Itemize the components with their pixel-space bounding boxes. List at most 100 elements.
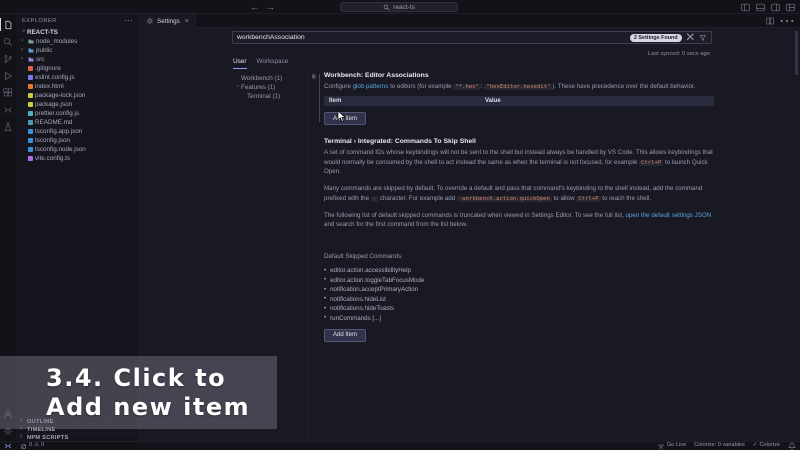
search-icon [383, 4, 390, 11]
filter-funnel-icon[interactable] [699, 34, 707, 42]
mouse-cursor [337, 111, 347, 123]
column-header-value: Value [485, 98, 501, 105]
list-item: • editor.action.toggleTabFocusMode [324, 276, 425, 284]
tree-item-file[interactable]: package.json [16, 100, 139, 109]
extensions-icon[interactable] [0, 84, 16, 101]
setting-title: Terminal › Integrated: Commands To Skip … [324, 138, 476, 146]
tree-item-file[interactable]: package-lock.json [16, 91, 139, 100]
open-default-settings-json-link[interactable]: open the default settings JSON [626, 212, 712, 219]
bullet-icon: • [324, 286, 327, 293]
tree-item-file[interactable]: index.html [16, 82, 139, 91]
bullet-icon: • [324, 267, 327, 274]
command-center-label: react-ts [393, 3, 415, 11]
tree-item-folder[interactable]: › node_modules [16, 37, 139, 46]
settings-tab-gear-icon [146, 17, 154, 25]
back-button[interactable]: ← [250, 2, 259, 12]
file-icon [28, 84, 33, 89]
setting-focus-indicator [319, 74, 320, 122]
toggle-panel-icon[interactable] [756, 3, 765, 12]
list-item: • notifications.hideList [324, 295, 386, 303]
bullet-icon: • [324, 315, 327, 322]
toc-divider [307, 70, 308, 441]
file-icon [28, 93, 33, 98]
toc-item-features[interactable]: › Features (1) [234, 83, 306, 92]
setting-manage-gear-icon[interactable] [312, 73, 317, 80]
add-item-button-2[interactable]: Add Item [324, 328, 367, 342]
file-icon [28, 147, 33, 152]
explorer-title: EXPLORER [22, 17, 57, 24]
chevron-right-icon: › [20, 433, 23, 441]
file-icon [28, 102, 33, 107]
run-debug-icon[interactable] [0, 67, 16, 84]
settings-search-box: 2 Settings Found × [232, 29, 712, 45]
list-item: • notification.acceptPrimaryAction [324, 286, 419, 294]
search-view-icon[interactable] [0, 33, 16, 50]
bullet-icon: • [324, 296, 327, 303]
caption-line-1: 3.4. Click to [46, 363, 227, 392]
tree-item-file[interactable]: README.md [16, 118, 139, 127]
check-icon: ✓ [752, 442, 758, 449]
tab-label: Settings [157, 17, 180, 25]
list-item: • editor.action.accessibilityHelp [324, 267, 411, 275]
remote-explorer-icon[interactable] [0, 101, 16, 118]
tree-item-file[interactable]: eslint.config.js [16, 73, 139, 82]
settings-found-badge: 2 Settings Found [629, 33, 682, 42]
close-tab-icon[interactable]: × [185, 18, 189, 25]
toggle-secondary-sidebar-icon[interactable] [771, 3, 780, 12]
split-editor-icon[interactable] [766, 17, 774, 25]
setting-description-paragraph: The following list of default skipped co… [324, 212, 712, 229]
tree-item-file[interactable]: vite.config.ts [16, 154, 139, 163]
tab-bar: Settings × ⋯ [140, 13, 800, 30]
setting-description: Configure glob patterns to editors (for … [324, 83, 696, 90]
settings-toc: Workbench (1) › Features (1) Terminal (1) [234, 74, 306, 101]
testing-flask-icon[interactable] [0, 118, 16, 135]
tree-item-file[interactable]: tsconfig.app.json [16, 127, 139, 136]
project-root-label: REACT-TS [27, 29, 58, 36]
remote-indicator-icon[interactable] [4, 442, 12, 450]
tree-item-file[interactable]: prettier.config.js [16, 109, 139, 118]
toc-item-terminal[interactable]: Terminal (1) [234, 92, 306, 101]
file-icon [28, 66, 33, 71]
notifications-bell-icon[interactable] [788, 442, 796, 450]
toc-item-workbench[interactable]: Workbench (1) [234, 74, 306, 83]
column-header-item: Item [329, 98, 342, 105]
source-control-icon[interactable] [0, 50, 16, 67]
tree-item-folder[interactable]: › public [16, 46, 139, 55]
setting-title: Workbench: Editor Associations [324, 72, 429, 79]
scope-tab-user[interactable]: User [233, 58, 247, 69]
forward-button[interactable]: → [266, 2, 275, 12]
tree-item-file[interactable]: tsconfig.node.json [16, 145, 139, 154]
go-live-button[interactable]: Go Live [657, 442, 686, 450]
colorize-variables-status[interactable]: Colorize: 0 variables [694, 443, 745, 449]
customize-layout-icon[interactable] [786, 3, 795, 12]
command-center-search[interactable]: react-ts [340, 2, 458, 12]
tree-item-file[interactable]: tsconfig.json [16, 136, 139, 145]
project-root-row[interactable]: › REACT-TS [16, 28, 139, 37]
npm-scripts-section-header[interactable]: › NPM SCRIPTS [16, 433, 139, 441]
file-icon [28, 120, 33, 125]
tree-item-file[interactable]: .gitignore [16, 64, 139, 73]
history-nav: ← → [250, 0, 275, 14]
tab-settings[interactable]: Settings × [140, 14, 196, 28]
file-icon [28, 75, 33, 80]
status-bar: 0 ⚠ 0 Go Live Colorize: 0 variables ✓ Co… [0, 441, 800, 450]
settings-scope-tabs: User Workspace [233, 58, 288, 69]
settings-search-input[interactable] [237, 34, 626, 41]
layout-controls [741, 0, 795, 14]
explorer-icon[interactable] [0, 16, 16, 33]
tree-item-folder[interactable]: › src [16, 55, 139, 64]
vscode-window: ← → react-ts EXPLORER ⋯ › REACT-TS › nod… [0, 0, 800, 450]
colorize-toggle[interactable]: ✓ Colorize [753, 443, 780, 449]
bullet-icon: • [324, 277, 327, 284]
titlebar: ← → react-ts [0, 0, 800, 14]
scope-tab-workspace[interactable]: Workspace [257, 58, 289, 69]
toggle-sidebar-icon[interactable] [741, 3, 750, 12]
problems-indicator[interactable]: 0 ⚠ 0 [20, 443, 44, 450]
setting-description-paragraph: Many commands are skipped by default. To… [324, 185, 703, 202]
file-icon [28, 156, 33, 161]
list-item: • runCommands [...] [324, 314, 382, 322]
scrollbar-thumb[interactable] [795, 31, 798, 75]
glob-patterns-link[interactable]: glob patterns [353, 83, 389, 90]
default-skipped-commands-title: Default Skipped Commands: [324, 252, 403, 260]
chevron-right-icon: › [21, 46, 24, 54]
